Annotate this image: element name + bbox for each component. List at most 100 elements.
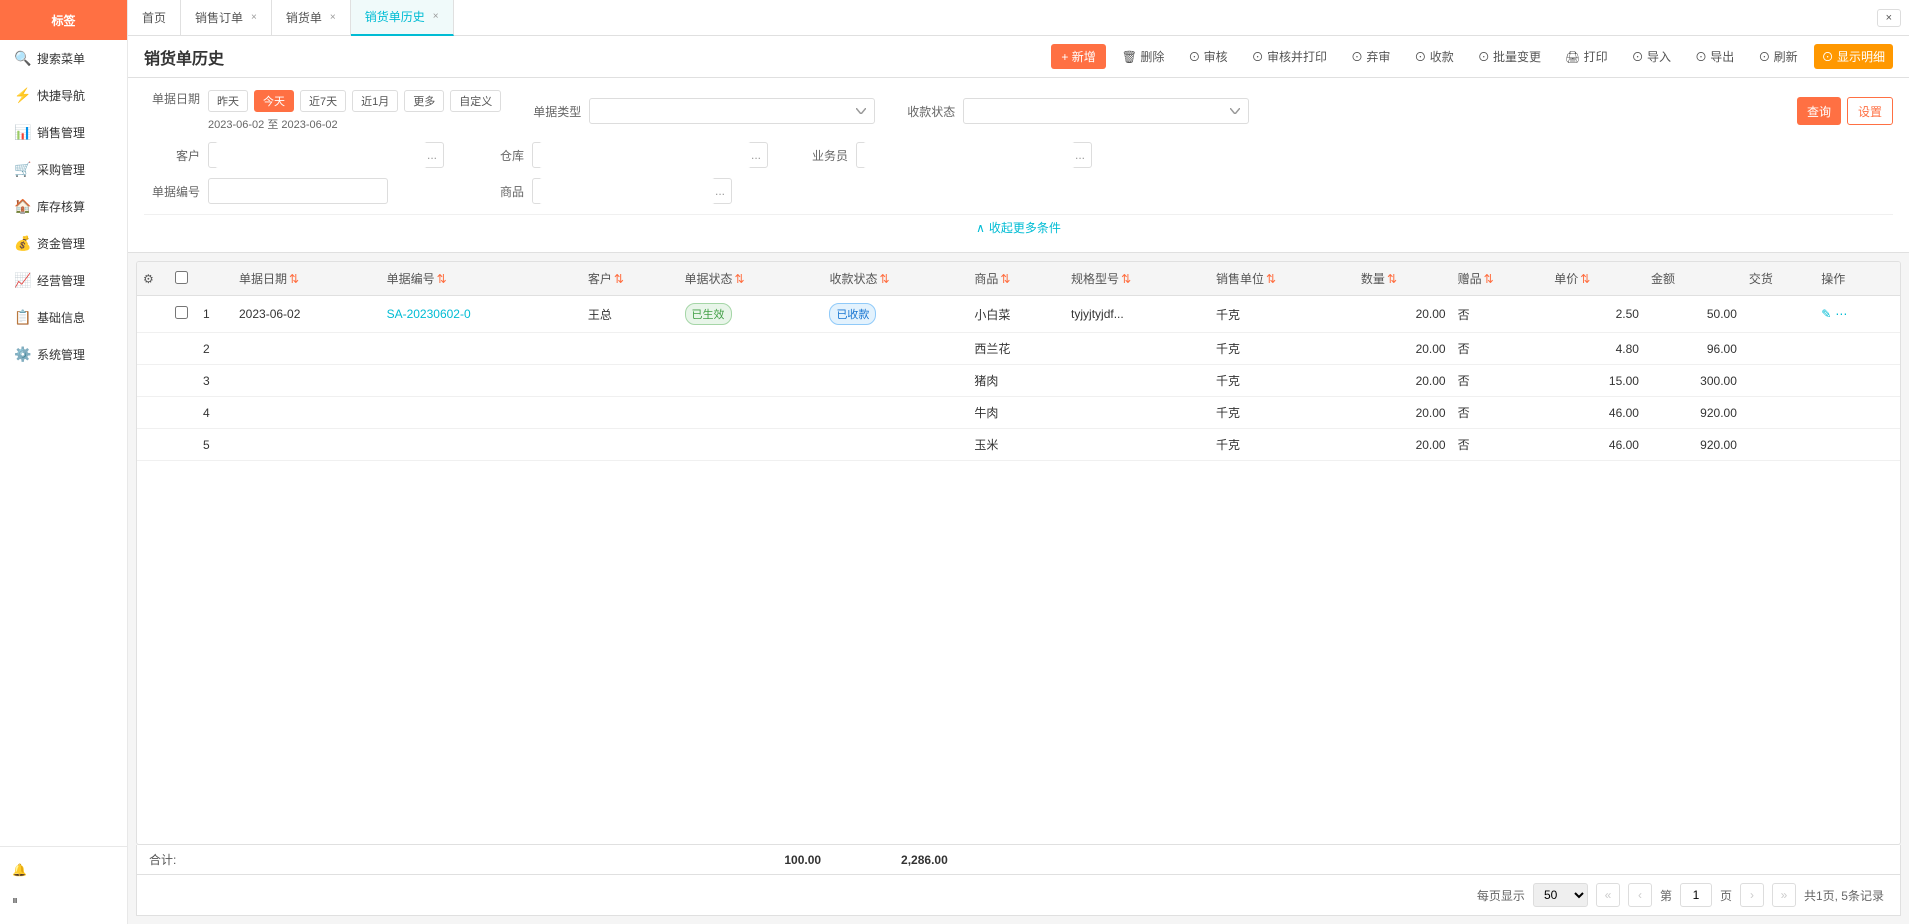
th-spec[interactable]: 规格型号⇅ — [1065, 262, 1210, 296]
select-all-checkbox[interactable] — [175, 271, 188, 284]
row-checkbox[interactable] — [175, 306, 188, 319]
summary-values: 100.00 2,286.00 — [184, 853, 947, 867]
page-header: 销货单历史 + 新增 🗑 删除 ⊙ 审核 ⊙ 审核并打印 ⊙ 弃审 ⊙ 收款 ⊙… — [128, 36, 1909, 78]
td-price: 46.00 — [1548, 397, 1645, 429]
goods-input[interactable] — [539, 178, 715, 204]
page-end-label: 页 — [1720, 887, 1732, 904]
page-first-btn[interactable]: « — [1596, 883, 1620, 907]
date-yesterday-btn[interactable]: 昨天 — [208, 90, 248, 112]
per-page-select[interactable]: 50 10 20 100 — [1533, 883, 1588, 907]
th-doc-status[interactable]: 单据状态⇅ — [679, 262, 824, 296]
batch-change-button[interactable]: ⊙ 批量变更 — [1470, 44, 1549, 69]
display-detail-button[interactable]: ⊙ 显示明细 — [1814, 44, 1893, 69]
settings-button[interactable]: 设置 — [1847, 97, 1893, 125]
td-check[interactable] — [169, 365, 197, 397]
sidebar-item-search-menu[interactable]: 🔍 搜索菜单 — [0, 40, 127, 77]
tab-home[interactable]: 首页 — [128, 0, 181, 36]
tab-sales-history-close[interactable]: × — [433, 11, 439, 22]
tab-sales-delivery-close[interactable]: × — [330, 12, 336, 23]
th-date[interactable]: 单据日期⇅ — [233, 262, 381, 296]
sidebar-item-label: 资金管理 — [37, 235, 85, 252]
export-button[interactable]: ⊙ 导出 — [1687, 44, 1742, 69]
th-transaction: 交货 — [1743, 262, 1815, 296]
import-button[interactable]: ⊙ 导入 — [1624, 44, 1679, 69]
customer-dots[interactable]: ... — [427, 148, 437, 162]
date-custom-btn[interactable]: 自定义 — [450, 90, 501, 112]
discard-button[interactable]: ⊙ 弃审 — [1343, 44, 1398, 69]
sidebar-item-operations[interactable]: 📈 经营管理 — [0, 262, 127, 299]
td-check[interactable] — [169, 397, 197, 429]
audit-button[interactable]: ⊙ 审核 — [1180, 44, 1235, 69]
td-price: 46.00 — [1548, 429, 1645, 461]
tab-sales-delivery[interactable]: 销货单 × — [272, 0, 351, 36]
warehouse-dots[interactable]: ... — [751, 148, 761, 162]
th-settings[interactable]: ⚙ — [137, 262, 169, 296]
finance-icon: 💰 — [15, 236, 31, 252]
staff-input[interactable] — [863, 142, 1075, 168]
sidebar-item-purchase-mgmt[interactable]: 🛒 采购管理 — [0, 151, 127, 188]
th-pay-status[interactable]: 收款状态⇅ — [823, 262, 968, 296]
total-info: 共1页, 5条记录 — [1804, 887, 1884, 904]
doc-type-select[interactable] — [589, 98, 875, 124]
td-amount: 96.00 — [1645, 333, 1743, 365]
th-doc-no[interactable]: 单据编号⇅ — [381, 262, 582, 296]
sidebar-item-quick-nav[interactable]: ⚡ 快捷导航 — [0, 77, 127, 114]
warehouse-input[interactable] — [539, 142, 751, 168]
customer-input[interactable] — [215, 142, 427, 168]
sidebar: 标签 🔍 搜索菜单 ⚡ 快捷导航 📊 销售管理 🛒 采购管理 🏠 库存核算 💰 … — [0, 0, 128, 924]
th-goods[interactable]: 商品⇅ — [968, 262, 1065, 296]
th-customer[interactable]: 客户⇅ — [582, 262, 679, 296]
th-gift[interactable]: 赠品⇅ — [1452, 262, 1549, 296]
tab-bar-close-btn[interactable]: × — [1877, 9, 1901, 27]
sidebar-item-base-info[interactable]: 📋 基础信息 — [0, 299, 127, 336]
payment-status-select[interactable] — [963, 98, 1249, 124]
action-more-link[interactable]: ⋯ — [1835, 307, 1847, 321]
page-input[interactable] — [1680, 883, 1712, 907]
sidebar-item-finance[interactable]: 💰 资金管理 — [0, 225, 127, 262]
audit-print-button[interactable]: ⊙ 审核并打印 — [1244, 44, 1335, 69]
date-last7-btn[interactable]: 近7天 — [300, 90, 346, 112]
td-unit: 千克 — [1210, 333, 1355, 365]
staff-dots[interactable]: ... — [1075, 148, 1085, 162]
data-table: ⚙ 单据日期⇅ 单据编号⇅ 客户⇅ 单据状态⇅ 收款状态⇅ 商品⇅ 规格型号⇅ … — [137, 262, 1900, 461]
date-last-month-btn[interactable]: 近1月 — [352, 90, 398, 112]
date-more-btn[interactable]: 更多 — [404, 90, 444, 112]
tab-sales-history[interactable]: 销货单历史 × — [351, 0, 454, 36]
th-check[interactable] — [169, 262, 197, 296]
tab-sales-order[interactable]: 销售订单 × — [181, 0, 272, 36]
collapse-filter-btn[interactable]: ∧ 收起更多条件 — [144, 214, 1893, 240]
sidebar-bottom-item-1[interactable]: 🔔 — [0, 855, 127, 885]
goods-dots[interactable]: ... — [715, 184, 725, 198]
refresh-button[interactable]: ⊙ 刷新 — [1750, 44, 1805, 69]
td-check[interactable] — [169, 296, 197, 333]
doc-no-input[interactable] — [208, 178, 388, 204]
td-action: ✎⋯ — [1815, 296, 1900, 333]
new-button[interactable]: + 新增 — [1051, 44, 1105, 69]
tab-sales-order-close[interactable]: × — [251, 12, 257, 23]
td-gift: 否 — [1452, 365, 1549, 397]
sidebar-item-inventory[interactable]: 🏠 库存核算 — [0, 188, 127, 225]
td-goods: 玉米 — [968, 429, 1065, 461]
th-unit[interactable]: 销售单位⇅ — [1210, 262, 1355, 296]
query-button[interactable]: 查询 — [1797, 97, 1841, 125]
collect-button[interactable]: ⊙ 收款 — [1406, 44, 1461, 69]
page-next-btn[interactable]: › — [1740, 883, 1764, 907]
td-unit: 千克 — [1210, 429, 1355, 461]
th-qty[interactable]: 数量⇅ — [1355, 262, 1452, 296]
td-doc-no: SA-20230602-0 — [381, 296, 582, 333]
sidebar-item-label: 采购管理 — [37, 161, 85, 178]
delete-button[interactable]: 🗑 删除 — [1114, 44, 1173, 69]
th-price[interactable]: 单价⇅ — [1548, 262, 1645, 296]
page-prev-btn[interactable]: ‹ — [1628, 883, 1652, 907]
date-today-btn[interactable]: 今天 — [254, 90, 294, 112]
sidebar-item-sys-mgmt[interactable]: ⚙️ 系统管理 — [0, 336, 127, 373]
print-button[interactable]: 🖨 打印 — [1557, 44, 1616, 69]
action-edit-link[interactable]: ✎ — [1821, 307, 1831, 321]
sidebar-item-sales-mgmt[interactable]: 📊 销售管理 — [0, 114, 127, 151]
td-check[interactable] — [169, 333, 197, 365]
page-last-btn[interactable]: » — [1772, 883, 1796, 907]
toolbar: + 新增 🗑 删除 ⊙ 审核 ⊙ 审核并打印 ⊙ 弃审 ⊙ 收款 ⊙ 批量变更 … — [1051, 44, 1893, 69]
td-check[interactable] — [169, 429, 197, 461]
sidebar-bottom-item-2[interactable]: ⏸ — [0, 885, 127, 916]
doc-no-link[interactable]: SA-20230602-0 — [387, 307, 471, 321]
